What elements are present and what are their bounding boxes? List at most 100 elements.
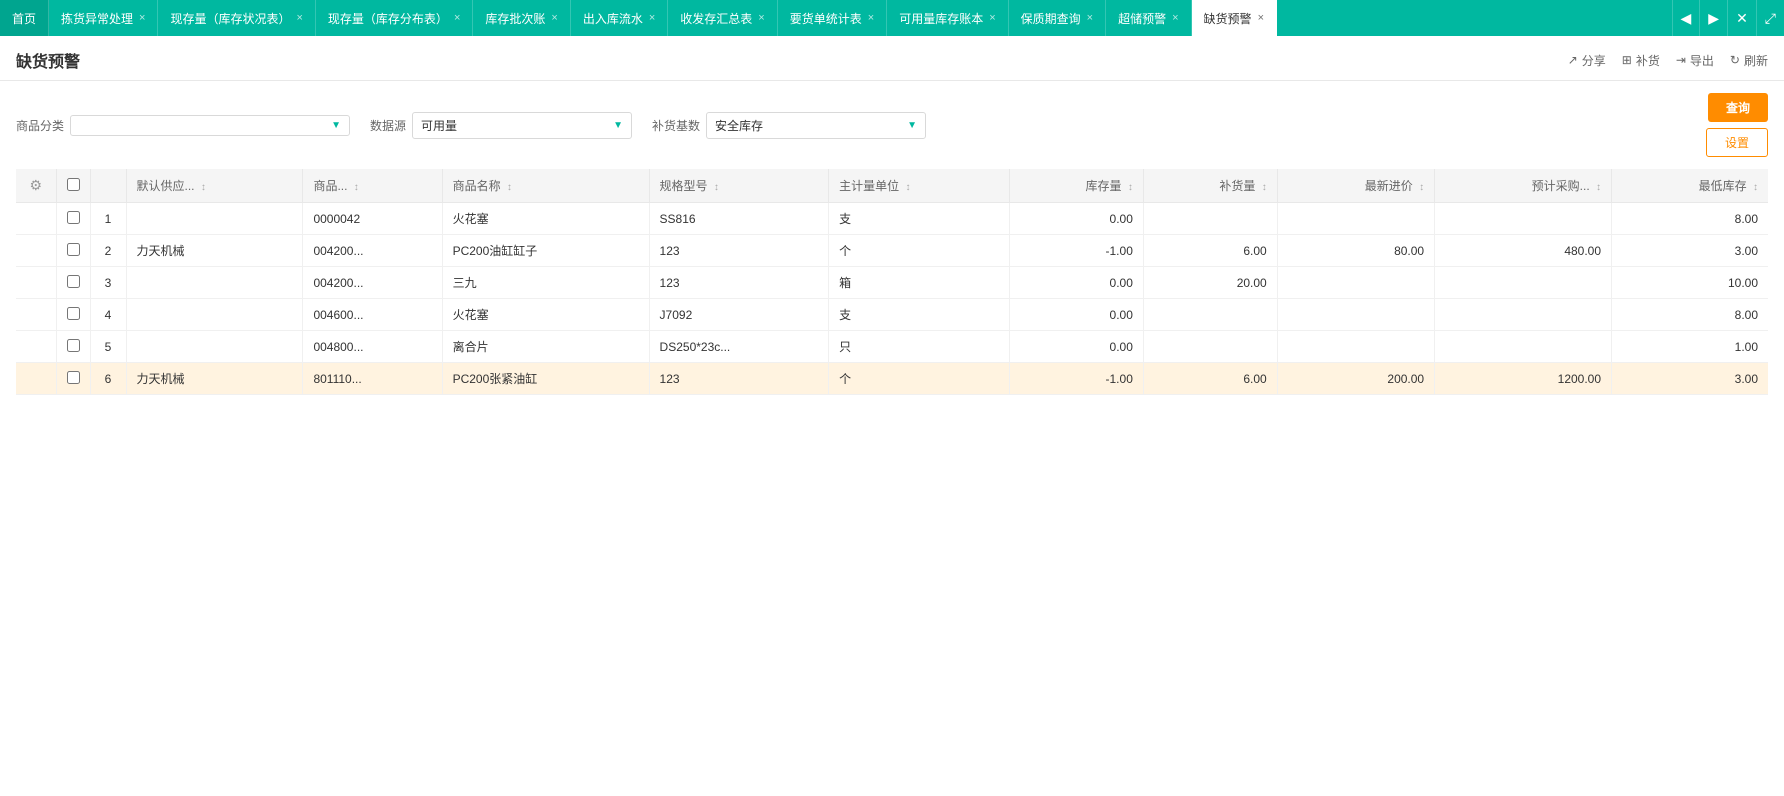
tab-stock-status[interactable]: 现存量（库存状况表） ×: [158, 0, 315, 36]
tab-close-stock-status[interactable]: ×: [296, 12, 302, 24]
col-header-est-purchase[interactable]: 预计采购... ↕: [1435, 169, 1612, 203]
tab-close-shortage[interactable]: ×: [1258, 12, 1264, 24]
col-header-spec[interactable]: 规格型号 ↕: [649, 169, 829, 203]
tab-close-available[interactable]: ×: [989, 12, 995, 24]
tab-batch[interactable]: 库存批次账 ×: [473, 0, 570, 36]
tab-close-all-button[interactable]: ✕: [1727, 0, 1756, 36]
col-header-replenish[interactable]: 补货量 ↕: [1143, 169, 1277, 203]
header-actions: ↗ 分享 ⊞ 补货 ⇥ 导出 ↻ 刷新: [1568, 52, 1768, 69]
tab-stock-dist[interactable]: 现存量（库存分布表） ×: [316, 0, 473, 36]
tab-summary[interactable]: 收发存汇总表 ×: [668, 0, 777, 36]
row-spec: 123: [649, 267, 829, 299]
row-checkbox[interactable]: [67, 211, 80, 224]
col-header-index: [90, 169, 126, 203]
tab-shortage[interactable]: 缺货预警 ×: [1192, 0, 1277, 36]
row-unit: 箱: [829, 267, 1010, 299]
gear-icon[interactable]: ⚙: [29, 177, 42, 193]
tab-close-overstock[interactable]: ×: [1172, 12, 1178, 24]
tab-fullscreen-button[interactable]: ⤢: [1756, 0, 1784, 36]
tab-order-stats[interactable]: 要货单统计表 ×: [778, 0, 887, 36]
row-code: 004200...: [303, 267, 442, 299]
tab-close-stock-dist[interactable]: ×: [454, 12, 460, 24]
row-replenish: [1143, 331, 1277, 363]
row-checkbox[interactable]: [67, 371, 80, 384]
row-index: 2: [90, 235, 126, 267]
tab-picking[interactable]: 拣货异常处理 ×: [49, 0, 158, 36]
row-stock: 0.00: [1010, 203, 1144, 235]
row-checkbox[interactable]: [67, 339, 80, 352]
row-name: 火花塞: [442, 203, 649, 235]
query-button[interactable]: 查询: [1708, 93, 1768, 122]
row-code: 801110...: [303, 363, 442, 395]
datasource-label: 数据源: [370, 117, 406, 134]
tab-close-expiry[interactable]: ×: [1087, 12, 1093, 24]
tab-prev-button[interactable]: ◀: [1672, 0, 1700, 36]
row-latest-price: [1277, 331, 1434, 363]
category-filter-group: 商品分类 ▼: [16, 115, 350, 136]
tab-close-summary[interactable]: ×: [758, 12, 764, 24]
page-title: 缺货预警: [16, 48, 80, 72]
page-header: 缺货预警 ↗ 分享 ⊞ 补货 ⇥ 导出 ↻ 刷新: [0, 36, 1784, 81]
table-body: 1 0000042 火花塞 SS816 支 0.00 8.00 2 力天机械 0…: [16, 203, 1768, 395]
row-supplier: 力天机械: [126, 235, 303, 267]
row-stock: 0.00: [1010, 331, 1144, 363]
tab-close-order-stats[interactable]: ×: [868, 12, 874, 24]
table-row: 4 004600... 火花塞 J7092 支 0.00 8.00: [16, 299, 1768, 331]
filter-actions: 查询 设置: [1706, 93, 1768, 157]
category-select[interactable]: ▼: [70, 115, 350, 136]
row-name: PC200油缸缸子: [442, 235, 649, 267]
col-header-stock[interactable]: 库存量 ↕: [1010, 169, 1144, 203]
row-unit: 支: [829, 203, 1010, 235]
row-spec: J7092: [649, 299, 829, 331]
settings-button[interactable]: 设置: [1706, 128, 1768, 157]
row-min-stock: 3.00: [1612, 235, 1768, 267]
datasource-select[interactable]: 可用量 ▼: [412, 112, 632, 139]
row-latest-price: [1277, 267, 1434, 299]
table-row: 1 0000042 火花塞 SS816 支 0.00 8.00: [16, 203, 1768, 235]
row-gear-cell: [16, 235, 56, 267]
tab-available[interactable]: 可用量库存账本 ×: [887, 0, 1008, 36]
row-gear-cell: [16, 299, 56, 331]
replenish-button[interactable]: ⊞ 补货: [1622, 52, 1660, 69]
base-value: 安全库存: [715, 117, 763, 134]
base-select[interactable]: 安全库存 ▼: [706, 112, 926, 139]
row-latest-price: 200.00: [1277, 363, 1434, 395]
row-checkbox-cell: [56, 363, 90, 395]
row-index: 5: [90, 331, 126, 363]
row-replenish: 6.00: [1143, 363, 1277, 395]
replenish-sort-icon: ↕: [1262, 182, 1267, 193]
export-button[interactable]: ⇥ 导出: [1676, 52, 1714, 69]
tab-overstock[interactable]: 超储预警 ×: [1106, 0, 1191, 36]
row-checkbox[interactable]: [67, 307, 80, 320]
row-stock: -1.00: [1010, 363, 1144, 395]
datasource-filter-group: 数据源 可用量 ▼: [370, 112, 632, 139]
row-index: 3: [90, 267, 126, 299]
tab-close-picking[interactable]: ×: [139, 12, 145, 24]
row-latest-price: 80.00: [1277, 235, 1434, 267]
select-all-checkbox[interactable]: [67, 178, 80, 191]
tab-close-flow[interactable]: ×: [649, 12, 655, 24]
refresh-button[interactable]: ↻ 刷新: [1730, 52, 1768, 69]
col-header-name[interactable]: 商品名称 ↕: [442, 169, 649, 203]
row-code: 004200...: [303, 235, 442, 267]
row-stock: 0.00: [1010, 299, 1144, 331]
tab-home[interactable]: 首页: [0, 0, 49, 36]
col-header-code[interactable]: 商品... ↕: [303, 169, 442, 203]
tab-next-button[interactable]: ▶: [1699, 0, 1727, 36]
col-header-min-stock[interactable]: 最低库存 ↕: [1612, 169, 1768, 203]
col-header-latest-price[interactable]: 最新进价 ↕: [1277, 169, 1434, 203]
refresh-icon: ↻: [1730, 53, 1740, 67]
spec-sort-icon: ↕: [714, 182, 719, 193]
tab-flow[interactable]: 出入库流水 ×: [571, 0, 668, 36]
tab-expiry[interactable]: 保质期查询 ×: [1009, 0, 1106, 36]
col-header-supplier[interactable]: 默认供应... ↕: [126, 169, 303, 203]
col-header-unit[interactable]: 主计量单位 ↕: [829, 169, 1010, 203]
supplier-sort-icon: ↕: [201, 182, 206, 193]
row-checkbox[interactable]: [67, 243, 80, 256]
row-checkbox-cell: [56, 203, 90, 235]
tab-close-batch[interactable]: ×: [551, 12, 557, 24]
row-code: 0000042: [303, 203, 442, 235]
row-checkbox[interactable]: [67, 275, 80, 288]
share-button[interactable]: ↗ 分享: [1568, 52, 1606, 69]
row-min-stock: 8.00: [1612, 203, 1768, 235]
